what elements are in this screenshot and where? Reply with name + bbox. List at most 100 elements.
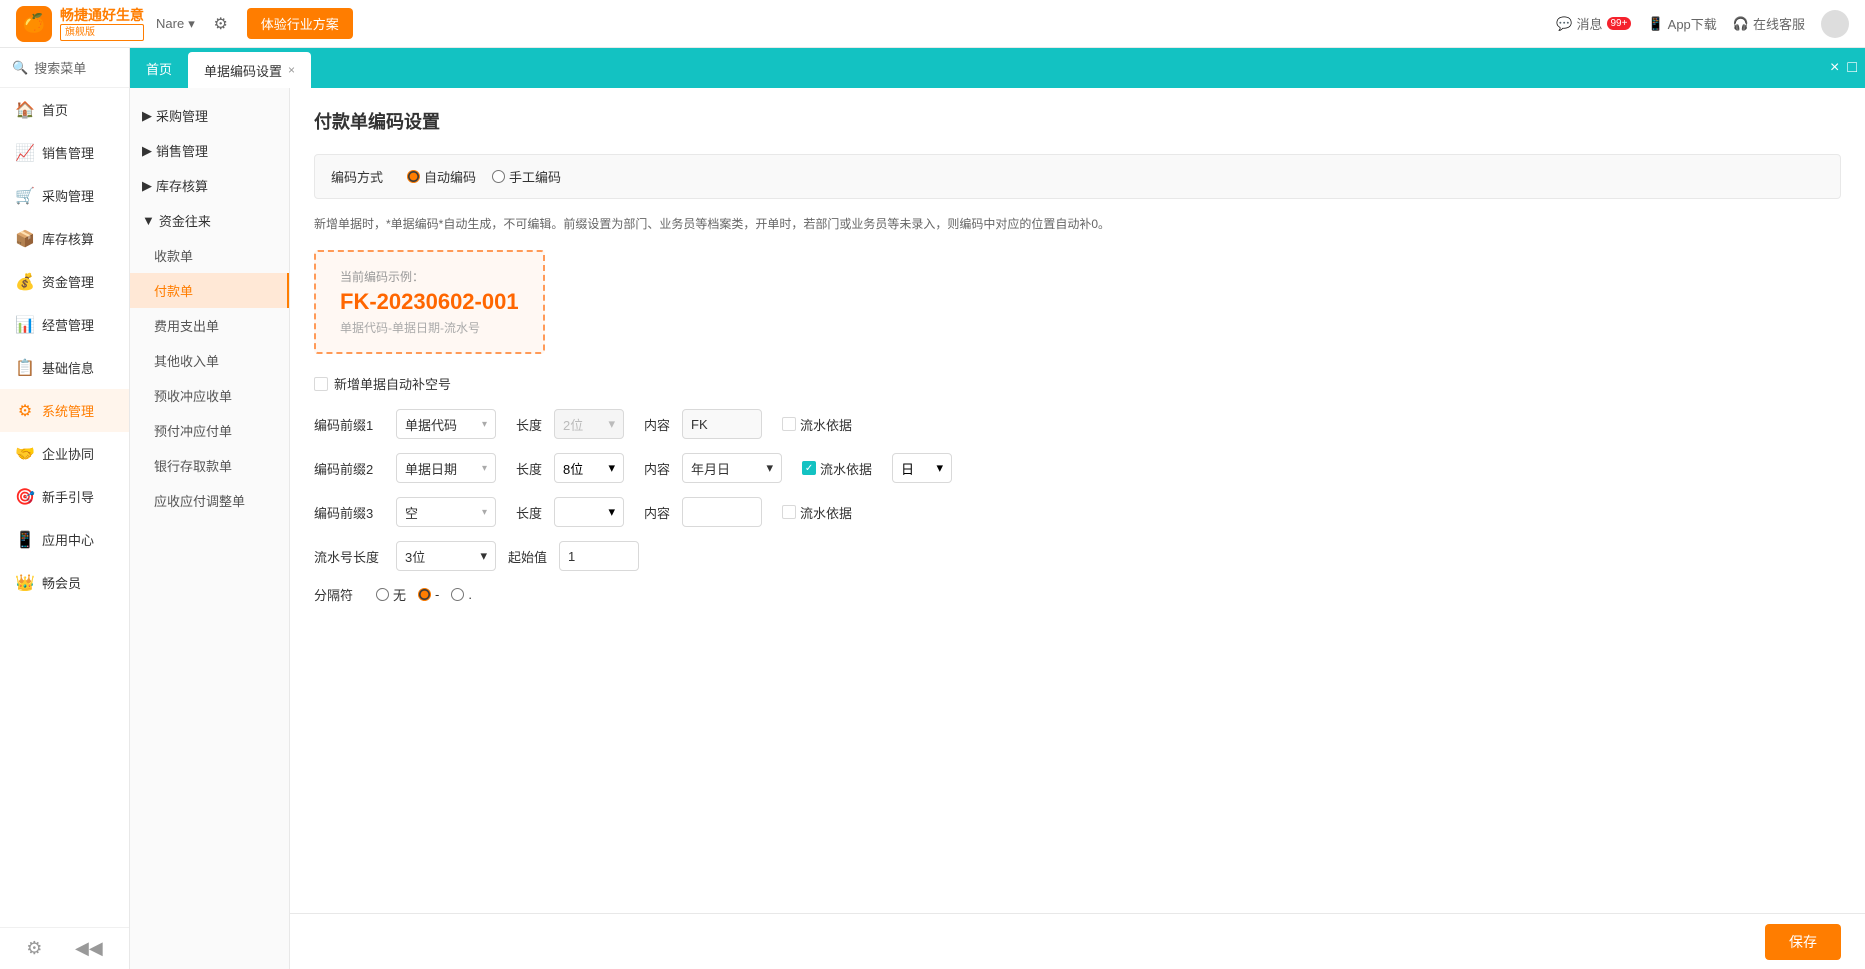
sidebar-item-sales[interactable]: 📈 销售管理 [0,131,129,174]
prefix2-content-value: 年月日 [691,459,730,478]
top-bar-left: 🍊 畅捷通好生意 旗舰版 Nare ▾ ⚙ 体验行业方案 [16,6,353,42]
prefix2-period-select[interactable]: 日 ▾ [892,453,952,483]
sep-none-radio[interactable] [376,588,389,601]
sub-item-bank-deposit[interactable]: 银行存取款单 [130,448,289,483]
sidebar-item-purchase[interactable]: 🛒 采购管理 [0,174,129,217]
sep-dash-option[interactable]: - [418,587,439,602]
sub-group-capital-title[interactable]: ▼ 资金往来 [130,203,289,238]
prefix3-arrow: ▾ [482,507,487,518]
apps-icon: 📱 [16,531,34,549]
app-download-item[interactable]: 📱 App下载 [1647,14,1716,33]
purchase-icon: 🛒 [16,187,34,205]
prefix3-content-input[interactable] [682,497,762,527]
start-value-input[interactable] [559,541,639,571]
prefix1-length-value: 2位 [563,415,583,434]
sidebar-label-system: 系统管理 [42,401,94,420]
prefix2-row: 编码前缀2 单据日期 ▾ 长度 8位 ▾ 内容 年月日 [314,453,1841,483]
sidebar-item-guide[interactable]: 🎯 新手引导 [0,475,129,518]
tab-encoding-settings[interactable]: 单据编码设置 × [188,52,311,88]
sidebar-item-operations[interactable]: 📊 经营管理 [0,303,129,346]
maximize-icon[interactable]: □ [1847,59,1857,77]
sep-dot-option[interactable]: . [451,587,472,602]
sep-dash-radio[interactable] [418,588,431,601]
prefix2-length-label: 长度 [516,459,542,478]
sub-item-prepay-pay[interactable]: 预付冲应付单 [130,413,289,448]
prefix3-select[interactable]: 空 ▾ [396,497,496,527]
sub-item-prepay-receive[interactable]: 预收冲应收单 [130,378,289,413]
online-service-item[interactable]: 🎧 在线客服 [1733,14,1805,33]
tab-bar: 首页 单据编码设置 × × □ [130,48,1865,88]
auto-code-option[interactable]: 自动编码 [407,167,476,186]
avatar[interactable] [1821,10,1849,38]
sidebar-item-system[interactable]: ⚙ 系统管理 [0,389,129,432]
auto-fill-checkbox[interactable] [314,377,328,391]
sub-item-adjust[interactable]: 应收应付调整单 [130,483,289,518]
experience-button[interactable]: 体验行业方案 [247,8,353,39]
sidebar-collapse-button[interactable]: ◀◀ [75,938,103,959]
prefix2-content-select[interactable]: 年月日 ▾ [682,453,782,483]
prefix1-waterflow[interactable]: 流水依据 [782,415,852,434]
sub-group-purchase-title[interactable]: ▶ 采购管理 [130,98,289,133]
sep-none-option[interactable]: 无 [376,585,406,604]
nav-dropdown[interactable]: Nare ▾ [156,16,195,32]
sidebar-item-coop[interactable]: 🤝 企业协同 [0,432,129,475]
tab-home[interactable]: 首页 [130,48,188,88]
auto-fill-row: 新增单据自动补空号 [314,374,1841,393]
sidebar-label-finance: 资金管理 [42,272,94,291]
sub-item-receipt[interactable]: 收款单 [130,238,289,273]
logo-text-block: 畅捷通好生意 旗舰版 [60,6,144,41]
message-item[interactable]: 💬 消息 99+ [1556,14,1631,33]
sidebar-label-purchase: 采购管理 [42,186,94,205]
right-panel: 付款单编码设置 编码方式 自动编码 手工编码 [290,88,1865,969]
gear-icon: ⚙ [214,14,228,34]
nav-dropdown-label: Nare [156,16,184,31]
prefix3-length-select[interactable]: ▾ [554,497,624,527]
sidebar-item-member[interactable]: 👑 畅会员 [0,561,129,604]
tab-close-icon[interactable]: × [288,63,295,77]
sub-group-inventory-title[interactable]: ▶ 库存核算 [130,168,289,203]
prefix1-waterflow-checkbox[interactable] [782,417,796,431]
separator-row: 分隔符 无 - . [314,585,1841,604]
sidebar-item-inventory[interactable]: 📦 库存核算 [0,217,129,260]
prefix2-waterflow-checkbox[interactable]: ✓ [802,461,816,475]
search-menu[interactable]: 🔍 搜索菜单 [0,48,129,88]
prefix3-length-arrow: ▾ [608,504,615,520]
sub-item-payment[interactable]: 付款单 [130,273,289,308]
minimize-icon[interactable]: × [1830,59,1839,77]
prefix1-content-input[interactable] [682,409,762,439]
top-bar: 🍊 畅捷通好生意 旗舰版 Nare ▾ ⚙ 体验行业方案 💬 消息 99+ 📱 … [0,0,1865,48]
sub-item-expense[interactable]: 费用支出单 [130,308,289,343]
prefix3-waterflow[interactable]: 流水依据 [782,503,852,522]
manual-code-option[interactable]: 手工编码 [492,167,561,186]
manual-code-radio[interactable] [492,170,505,183]
online-service-label: 在线客服 [1753,14,1805,33]
operations-icon: 📊 [16,316,34,334]
prefix1-length-select[interactable]: 2位 ▾ [554,409,624,439]
prefix2-length-select[interactable]: 8位 ▾ [554,453,624,483]
sidebar-item-home[interactable]: 🏠 首页 [0,88,129,131]
prefix1-select[interactable]: 单据代码 ▾ [396,409,496,439]
sub-item-other-income[interactable]: 其他收入单 [130,343,289,378]
sidebar-settings-button[interactable]: ⚙ [26,938,42,959]
sidebar-item-finance[interactable]: 💰 资金管理 [0,260,129,303]
prefix3-waterflow-checkbox[interactable] [782,505,796,519]
auto-code-label: 自动编码 [424,167,476,186]
prefix2-select[interactable]: 单据日期 ▾ [396,453,496,483]
coop-icon: 🤝 [16,445,34,463]
top-bar-right: 💬 消息 99+ 📱 App下载 🎧 在线客服 [1556,10,1849,38]
sidebar-item-apps[interactable]: 📱 应用中心 [0,518,129,561]
auto-code-radio[interactable] [407,170,420,183]
guide-icon: 🎯 [16,488,34,506]
sep-dot-radio[interactable] [451,588,464,601]
sidebar-item-basic[interactable]: 📋 基础信息 [0,346,129,389]
main-layout: 🔍 搜索菜单 🏠 首页 📈 销售管理 🛒 采购管理 📦 库存核算 💰 资金管理 … [0,48,1865,969]
serial-length-select[interactable]: 3位 ▾ [396,541,496,571]
sidebar-label-inventory: 库存核算 [42,229,94,248]
save-button[interactable]: 保存 [1765,924,1841,960]
sidebar: 🔍 搜索菜单 🏠 首页 📈 销售管理 🛒 采购管理 📦 库存核算 💰 资金管理 … [0,48,130,969]
prefix2-waterflow[interactable]: ✓ 流水依据 [802,459,872,478]
prefix1-length-arrow: ▾ [608,416,615,432]
serial-row: 流水号长度 3位 ▾ 起始值 [314,541,1841,571]
sub-group-sales-title[interactable]: ▶ 销售管理 [130,133,289,168]
settings-button[interactable]: ⚙ [207,10,235,38]
